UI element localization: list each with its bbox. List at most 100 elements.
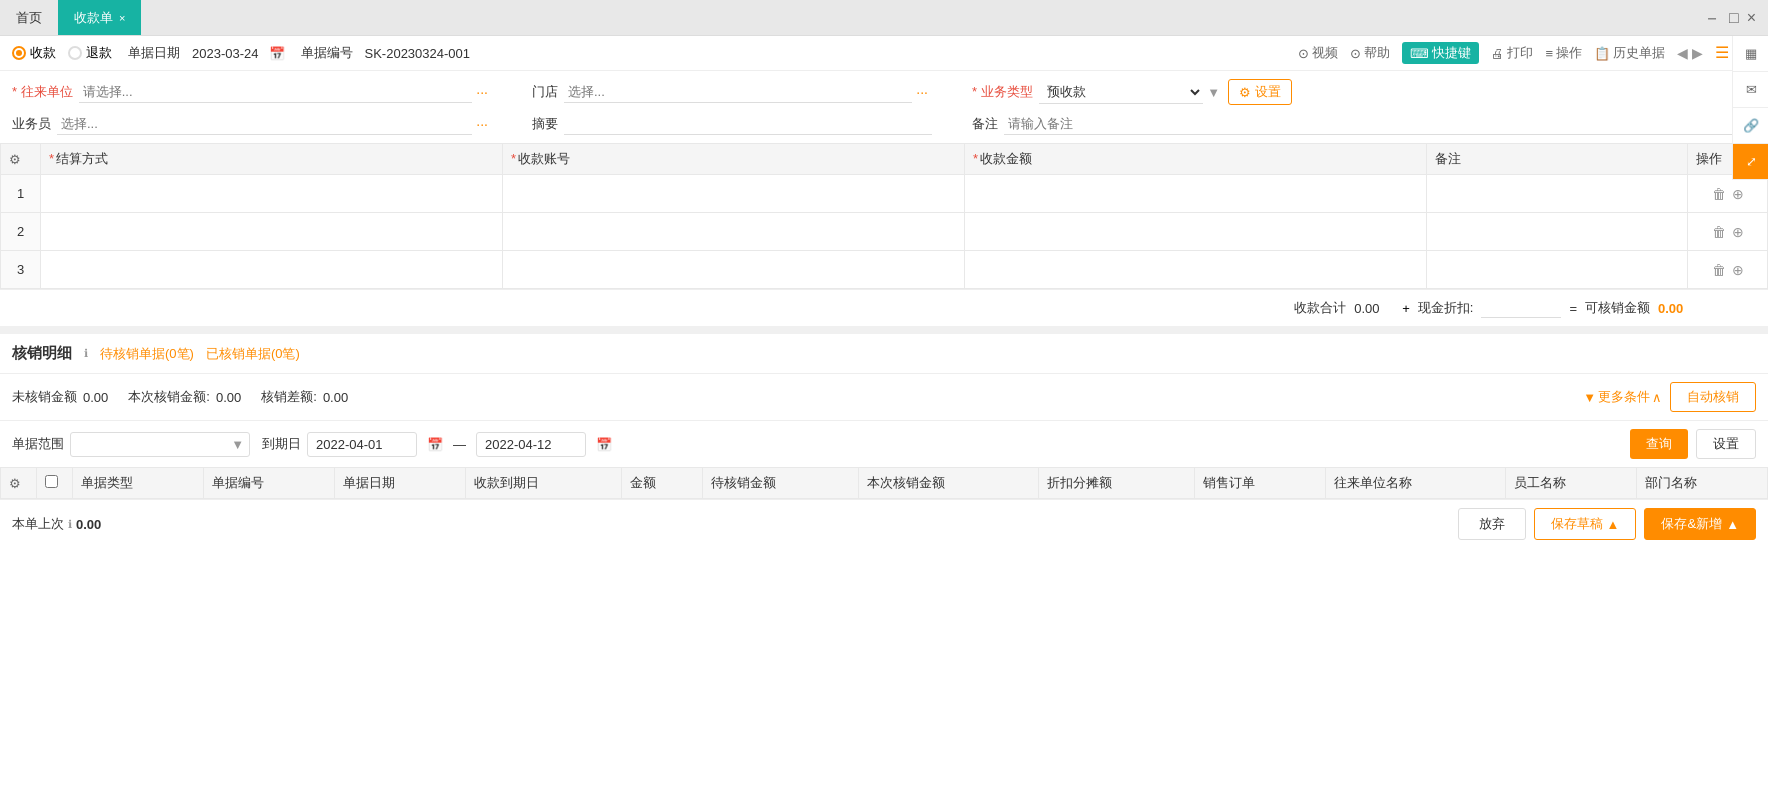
- actions-cell-3: 🗑 ⊕: [1688, 251, 1768, 289]
- summary-input[interactable]: [564, 113, 932, 135]
- refund-radio[interactable]: 退款: [68, 44, 112, 62]
- operations-link[interactable]: ≡ 操作: [1545, 44, 1582, 62]
- recon-section: 核销明细 ℹ 待核销单据(0笔) 已核销单据(0笔) 未核销金额 0.00 本次…: [0, 326, 1768, 499]
- gear-icon: ⚙: [1239, 85, 1251, 100]
- settlement-cell-1[interactable]: [41, 175, 503, 213]
- maximize-icon[interactable]: □: [1729, 9, 1739, 27]
- next-arrow[interactable]: ▶: [1692, 45, 1703, 61]
- bottom-table-gear-icon[interactable]: ⚙: [9, 476, 21, 491]
- date-from-icon[interactable]: 📅: [427, 437, 443, 452]
- video-link[interactable]: ⊙ 视频: [1298, 44, 1338, 62]
- receipt-radio-dot: [12, 46, 26, 60]
- shortcuts-link[interactable]: ⌨ 快捷键: [1402, 42, 1479, 64]
- remark-cell-3[interactable]: [1426, 251, 1687, 289]
- delete-row-1-btn[interactable]: 🗑: [1712, 186, 1726, 202]
- tab-home[interactable]: 首页: [0, 0, 58, 35]
- account-cell-3[interactable]: [502, 251, 964, 289]
- side-email-icon-btn[interactable]: ✉: [1733, 72, 1768, 108]
- delete-row-2-btn[interactable]: 🗑: [1712, 224, 1726, 240]
- th-gear: ⚙: [1, 144, 41, 175]
- note-info-icon[interactable]: ℹ: [68, 518, 72, 531]
- recon-settings-button[interactable]: 设置: [1696, 429, 1756, 459]
- print-link[interactable]: 🖨 打印: [1491, 44, 1533, 62]
- total-label: 收款合计: [1294, 299, 1346, 317]
- pending-tab[interactable]: 待核销单据(0笔): [100, 345, 194, 363]
- business-type-field: * 业务类型 预收款 ▼ ⚙ 设置: [972, 79, 1292, 105]
- available-label: 可核销金额: [1585, 299, 1650, 317]
- account-cell-2[interactable]: [502, 213, 964, 251]
- amount-cell-2[interactable]: [964, 213, 1426, 251]
- store-field: 门店 ···: [532, 81, 932, 103]
- list-view-icon[interactable]: ☰: [1715, 43, 1729, 64]
- amount-cell-1[interactable]: [964, 175, 1426, 213]
- settlement-cell-3[interactable]: [41, 251, 503, 289]
- discount-label: 现金折扣:: [1418, 299, 1474, 317]
- table-gear-icon[interactable]: ⚙: [9, 152, 21, 167]
- help-link[interactable]: ⊙ 帮助: [1350, 44, 1390, 62]
- staff-input[interactable]: [57, 113, 472, 135]
- date-to-input[interactable]: [476, 432, 586, 457]
- th-discount: 折扣分摊额: [1039, 468, 1195, 499]
- remark-input[interactable]: [1004, 113, 1756, 135]
- remark-cell-2[interactable]: [1426, 213, 1687, 251]
- actions-cell-1: 🗑 ⊕: [1688, 175, 1768, 213]
- th-sales-order: 销售订单: [1194, 468, 1325, 499]
- copy-row-3-btn[interactable]: ⊕: [1732, 262, 1744, 278]
- discount-input[interactable]: [1481, 298, 1561, 318]
- store-more-btn[interactable]: ···: [912, 84, 932, 100]
- history-link[interactable]: 📋 历史单据: [1594, 44, 1665, 62]
- th-dept-name: 部门名称: [1636, 468, 1767, 499]
- minimize-icon[interactable]: －: [1703, 6, 1721, 30]
- th-staff-name: 员工名称: [1505, 468, 1636, 499]
- date-calendar-icon[interactable]: 📅: [269, 46, 285, 61]
- side-link-icon-btn[interactable]: 🔗: [1733, 108, 1768, 144]
- date-from-input[interactable]: [307, 432, 417, 457]
- recon-filters: 单据范围 ▼ 到期日 📅 — 📅 查询 设置: [0, 421, 1768, 467]
- business-type-label: * 业务类型: [972, 83, 1033, 101]
- auto-recon-button[interactable]: 自动核销: [1670, 382, 1756, 412]
- table-row: 2 🗑 ⊕: [1, 213, 1768, 251]
- th-pending-amount: 待核销金额: [703, 468, 859, 499]
- th-doc-type: 单据类型: [73, 468, 204, 499]
- close-window-icon[interactable]: ×: [1747, 9, 1756, 27]
- right-side-panel: ▦ ✉ 🔗 ⤢: [1732, 36, 1768, 180]
- amount-cell-3[interactable]: [964, 251, 1426, 289]
- discard-button[interactable]: 放弃: [1458, 508, 1526, 540]
- account-cell-1[interactable]: [502, 175, 964, 213]
- tab-close-icon[interactable]: ×: [119, 12, 125, 24]
- business-type-select[interactable]: 预收款: [1039, 80, 1203, 104]
- copy-row-1-btn[interactable]: ⊕: [1732, 186, 1744, 202]
- query-button[interactable]: 查询: [1630, 429, 1688, 459]
- more-conditions-btn[interactable]: ▼ 更多条件 ∧: [1583, 388, 1662, 406]
- uncleared-value: 0.00: [83, 390, 108, 405]
- bottom-table-wrap: ⚙ 单据类型 单据编号 单据日期 收款到期日 金额 待核销金额 本次核销金额 折…: [0, 467, 1768, 499]
- form-area: * 往来单位 ··· 门店 ··· * 业务类型 预收款: [0, 71, 1768, 143]
- counterpart-more-btn[interactable]: ···: [472, 84, 492, 100]
- main-content: 收款 退款 单据日期 2023-03-24 📅 单据编号 SK-20230324…: [0, 36, 1768, 796]
- recon-info-icon[interactable]: ℹ: [84, 347, 88, 360]
- row-num-2: 2: [1, 213, 41, 251]
- copy-row-2-btn[interactable]: ⊕: [1732, 224, 1744, 240]
- staff-more-btn[interactable]: ···: [472, 116, 492, 132]
- receipt-radio[interactable]: 收款: [12, 44, 56, 62]
- tab-current[interactable]: 收款单 ×: [58, 0, 141, 35]
- done-tab[interactable]: 已核销单据(0笔): [206, 345, 300, 363]
- side-table-icon-btn[interactable]: ▦: [1733, 36, 1768, 72]
- prev-arrow[interactable]: ◀: [1677, 45, 1688, 61]
- form-row-1: * 往来单位 ··· 门店 ··· * 业务类型 预收款: [12, 79, 1756, 105]
- uncleared-stat: 未核销金额 0.00: [12, 388, 108, 406]
- settlement-cell-2[interactable]: [41, 213, 503, 251]
- th-account: 收款账号: [502, 144, 964, 175]
- range-select[interactable]: [70, 432, 250, 457]
- date-to-icon[interactable]: 📅: [596, 437, 612, 452]
- store-input[interactable]: [564, 81, 912, 103]
- side-expand-icon-btn[interactable]: ⤢: [1733, 144, 1768, 180]
- counterpart-input[interactable]: [79, 81, 473, 103]
- save-draft-button[interactable]: 保存草稿 ▲: [1534, 508, 1637, 540]
- select-all-checkbox[interactable]: [45, 475, 58, 488]
- remark-field: 备注: [972, 113, 1756, 135]
- remark-cell-1[interactable]: [1426, 175, 1687, 213]
- save-new-button[interactable]: 保存&新增 ▲: [1644, 508, 1756, 540]
- delete-row-3-btn[interactable]: 🗑: [1712, 262, 1726, 278]
- settings-button[interactable]: ⚙ 设置: [1228, 79, 1292, 105]
